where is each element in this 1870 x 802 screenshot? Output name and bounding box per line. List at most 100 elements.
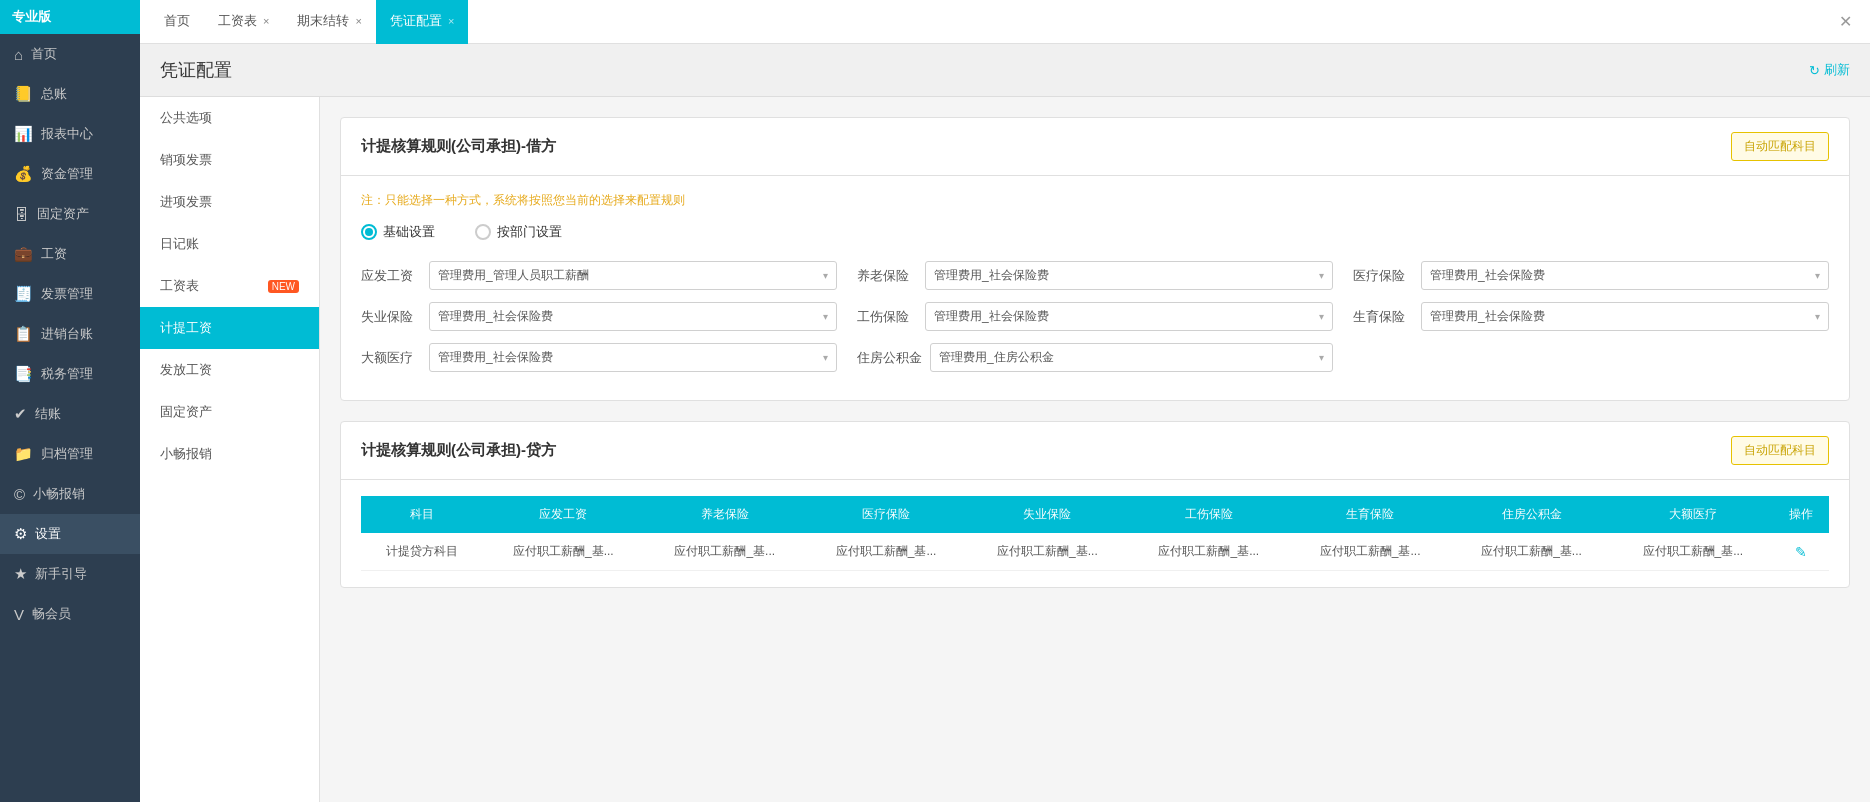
debit-field-0-2: 医疗保险 管理费用_社会保险费 ▾	[1353, 261, 1829, 290]
content-area: 公共选项销项发票进项发票日记账工资表NEW计提工资发放工资固定资产小畅报销 计提…	[140, 97, 1870, 802]
debit-select-1-2[interactable]: 管理费用_社会保险费 ▾	[1421, 302, 1829, 331]
credit-col-header-6: 生育保险	[1289, 496, 1450, 533]
sidebar-label-archive: 归档管理	[41, 445, 93, 463]
chevron-down-icon: ▾	[1319, 270, 1324, 281]
debit-label-2-1: 住房公积金	[857, 349, 922, 367]
edit-icon[interactable]: ✎	[1795, 544, 1807, 560]
debit-select-value-2-0: 管理费用_社会保险费	[438, 349, 553, 366]
debit-select-1-1[interactable]: 管理费用_社会保险费 ▾	[925, 302, 1333, 331]
debit-field-2-1: 住房公积金 管理费用_住房公积金 ▾	[857, 343, 1333, 372]
sub-sidebar-item-journal[interactable]: 日记账	[140, 223, 319, 265]
credit-cell-0-1: 应付职工薪酬_基...	[483, 533, 644, 571]
sidebar-item-ledger[interactable]: 📒 总账	[0, 74, 140, 114]
sub-sidebar-label-purchase-invoice: 进项发票	[160, 193, 212, 211]
sidebar-item-salary[interactable]: 💼 工资	[0, 234, 140, 274]
debit-select-value-1-2: 管理费用_社会保险费	[1430, 308, 1545, 325]
tab-home[interactable]: 首页	[150, 0, 204, 44]
credit-col-header-9: 操作	[1774, 496, 1829, 533]
sidebar-item-report2[interactable]: © 小畅报销	[0, 474, 140, 514]
debit-note: 注：只能选择一种方式，系统将按照您当前的选择来配置规则	[361, 192, 1829, 209]
chevron-down-icon: ▾	[823, 352, 828, 363]
sidebar-icon-tax: 📑	[14, 365, 33, 383]
radio-basic[interactable]: 基础设置	[361, 223, 435, 241]
tab-close-period-end[interactable]: ×	[355, 15, 361, 27]
debit-select-1-0[interactable]: 管理费用_社会保险费 ▾	[429, 302, 837, 331]
sidebar-item-reports[interactable]: 📊 报表中心	[0, 114, 140, 154]
sidebar-item-invoice[interactable]: 🧾 发票管理	[0, 274, 140, 314]
debit-select-0-0[interactable]: 管理费用_管理人员职工薪酬 ▾	[429, 261, 837, 290]
sidebar-label-tax: 税务管理	[41, 365, 93, 383]
debit-select-0-2[interactable]: 管理费用_社会保险费 ▾	[1421, 261, 1829, 290]
tab-close-voucher-config[interactable]: ×	[448, 15, 454, 27]
sidebar-icon-sales: 📋	[14, 325, 33, 343]
credit-cell-0-2: 应付职工薪酬_基...	[644, 533, 805, 571]
sidebar-icon-guide: ★	[14, 565, 27, 583]
radio-department[interactable]: 按部门设置	[475, 223, 562, 241]
credit-table: 科目应发工资养老保险医疗保险失业保险工伤保险生育保险住房公积金大额医疗操作 计提…	[361, 496, 1829, 571]
sub-sidebar-label-issue-salary: 发放工资	[160, 361, 212, 379]
tab-payroll[interactable]: 工资表×	[204, 0, 283, 44]
credit-table-row-0: 计提贷方科目应付职工薪酬_基...应付职工薪酬_基...应付职工薪酬_基...应…	[361, 533, 1829, 571]
debit-field-2-0: 大额医疗 管理费用_社会保险费 ▾	[361, 343, 837, 372]
sub-sidebar-item-accrual-salary[interactable]: 计提工资	[140, 307, 319, 349]
refresh-label: 刷新	[1824, 61, 1850, 79]
sidebar-icon-assets: 🗄	[14, 206, 29, 223]
tab-voucher-config[interactable]: 凭证配置×	[376, 0, 468, 44]
page-title: 凭证配置	[160, 58, 232, 82]
debit-form-row-2: 大额医疗 管理费用_社会保险费 ▾ 住房公积金 管理费用_住房公积金 ▾	[361, 343, 1829, 372]
sub-sidebar-item-fixed-assets[interactable]: 固定资产	[140, 391, 319, 433]
app-header: 专业版	[0, 0, 140, 34]
debit-select-2-1[interactable]: 管理费用_住房公积金 ▾	[930, 343, 1333, 372]
sidebar-item-assets[interactable]: 🗄 固定资产	[0, 194, 140, 234]
radio-group: 基础设置 按部门设置	[361, 223, 1829, 241]
refresh-button[interactable]: ↻ 刷新	[1809, 61, 1850, 79]
debit-select-value-0-2: 管理费用_社会保险费	[1430, 267, 1545, 284]
sidebar-item-sales[interactable]: 📋 进销台账	[0, 314, 140, 354]
sidebar-label-reports: 报表中心	[41, 125, 93, 143]
tab-close-payroll[interactable]: ×	[263, 15, 269, 27]
debit-select-value-2-1: 管理费用_住房公积金	[939, 349, 1054, 366]
radio-basic-circle	[361, 224, 377, 240]
sidebar-label-invoice: 发票管理	[41, 285, 93, 303]
sidebar-item-tax[interactable]: 📑 税务管理	[0, 354, 140, 394]
new-badge-payroll-table: NEW	[268, 280, 299, 293]
credit-cell-0-3: 应付职工薪酬_基...	[805, 533, 966, 571]
sidebar-item-settings[interactable]: ⚙ 设置	[0, 514, 140, 554]
sidebar-item-funds[interactable]: 💰 资金管理	[0, 154, 140, 194]
credit-section-header: 计提核算规则(公司承担)-贷方 自动匹配科目	[341, 422, 1849, 480]
credit-auto-match-button[interactable]: 自动匹配科目	[1731, 436, 1829, 465]
credit-cell-0-9[interactable]: ✎	[1774, 533, 1829, 571]
credit-cell-0-4: 应付职工薪酬_基...	[967, 533, 1128, 571]
tab-period-end[interactable]: 期末结转×	[283, 0, 375, 44]
radio-basic-label: 基础设置	[383, 223, 435, 241]
sidebar-item-archive[interactable]: 📁 归档管理	[0, 434, 140, 474]
sub-sidebar-item-public[interactable]: 公共选项	[140, 97, 319, 139]
sub-sidebar-item-payroll-table[interactable]: 工资表NEW	[140, 265, 319, 307]
sidebar-icon-reports: 📊	[14, 125, 33, 143]
debit-section-header: 计提核算规则(公司承担)-借方 自动匹配科目	[341, 118, 1849, 176]
debit-form-row-0: 应发工资 管理费用_管理人员职工薪酬 ▾ 养老保险 管理费用_社会保险费 ▾ 医…	[361, 261, 1829, 290]
sidebar-item-member[interactable]: V 畅会员	[0, 594, 140, 634]
sidebar-item-settlement[interactable]: ✔ 结账	[0, 394, 140, 434]
sidebar-icon-report2: ©	[14, 486, 25, 503]
debit-auto-match-button[interactable]: 自动匹配科目	[1731, 132, 1829, 161]
tab-label-home: 首页	[164, 12, 190, 30]
credit-cell-0-5: 应付职工薪酬_基...	[1128, 533, 1289, 571]
sidebar-item-home[interactable]: ⌂ 首页	[0, 34, 140, 74]
debit-label-0-2: 医疗保险	[1353, 267, 1413, 285]
sidebar-item-guide[interactable]: ★ 新手引导	[0, 554, 140, 594]
sub-sidebar-item-sales-invoice[interactable]: 销项发票	[140, 139, 319, 181]
debit-field-0-0: 应发工资 管理费用_管理人员职工薪酬 ▾	[361, 261, 837, 290]
sub-sidebar-item-purchase-invoice[interactable]: 进项发票	[140, 181, 319, 223]
credit-col-header-5: 工伤保险	[1128, 496, 1289, 533]
debit-select-2-0[interactable]: 管理费用_社会保险费 ▾	[429, 343, 837, 372]
close-panel-button[interactable]: ✕	[1830, 7, 1860, 37]
sub-sidebar-item-petty[interactable]: 小畅报销	[140, 433, 319, 475]
sidebar-label-home: 首页	[31, 45, 57, 63]
radio-department-circle	[475, 224, 491, 240]
debit-field-1-2: 生育保险 管理费用_社会保险费 ▾	[1353, 302, 1829, 331]
debit-select-0-1[interactable]: 管理费用_社会保险费 ▾	[925, 261, 1333, 290]
sub-sidebar-item-issue-salary[interactable]: 发放工资	[140, 349, 319, 391]
sidebar-label-assets: 固定资产	[37, 205, 89, 223]
debit-field-1-0: 失业保险 管理费用_社会保险费 ▾	[361, 302, 837, 331]
